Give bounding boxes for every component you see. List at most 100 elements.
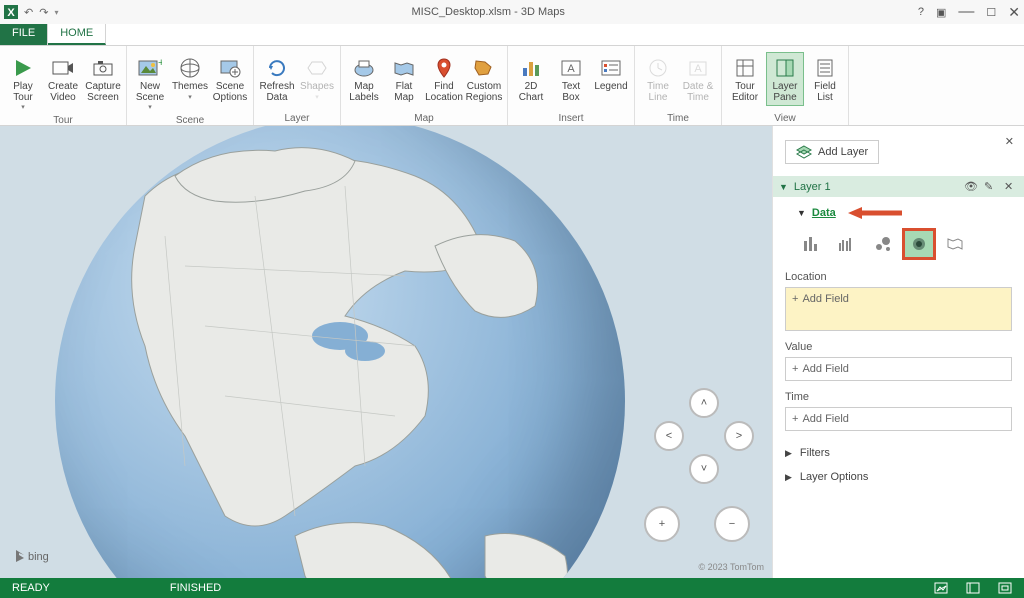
clustered-column-icon: [838, 235, 856, 253]
viz-region-button[interactable]: [941, 231, 969, 257]
data-section-header[interactable]: ▼ Data: [785, 197, 1012, 225]
regions-icon: [470, 55, 498, 81]
legend-icon: [597, 55, 625, 81]
viz-stacked-column-button[interactable]: [797, 231, 825, 257]
chevron-left-icon: ˂: [666, 430, 672, 442]
pan-up-button[interactable]: ˄: [689, 388, 719, 418]
tab-bar: FILE HOME: [0, 24, 1024, 46]
undo-icon[interactable]: ↶: [24, 6, 33, 19]
flat-map-button[interactable]: Flat Map: [385, 52, 423, 106]
find-location-button[interactable]: Find Location: [425, 52, 463, 106]
new-scene-button[interactable]: +New Scene▾: [131, 52, 169, 114]
svg-text:+: +: [158, 58, 162, 69]
layer-options-section[interactable]: ▶Layer Options: [785, 465, 1012, 489]
tour-editor-button[interactable]: Tour Editor: [726, 52, 764, 106]
svg-text:A: A: [694, 63, 702, 75]
datetime-icon: A: [684, 55, 712, 81]
labels-icon: [350, 55, 378, 81]
video-icon: [49, 55, 77, 81]
collapse-icon: ▼: [797, 208, 806, 218]
layer-pane-icon: [771, 55, 799, 81]
svg-text:X: X: [7, 7, 15, 19]
pan-down-button[interactable]: ˅: [689, 454, 719, 484]
pan-right-button[interactable]: ˃: [724, 421, 754, 451]
plus-icon: +: [659, 518, 665, 530]
value-add-field[interactable]: +Add Field: [785, 357, 1012, 381]
status-icon-3[interactable]: [998, 582, 1012, 594]
visibility-icon[interactable]: 👁: [964, 180, 978, 193]
copyright-text: © 2023 TomTom: [699, 562, 765, 572]
chevron-up-icon: ˄: [701, 397, 707, 409]
globe-icon: [176, 55, 204, 81]
value-section: Value +Add Field: [785, 341, 1012, 381]
plus-icon: +: [792, 363, 798, 375]
maximize-icon[interactable]: ☐: [986, 6, 996, 19]
heatmap-icon: [911, 236, 927, 252]
plus-icon: +: [792, 413, 798, 425]
rename-icon[interactable]: ✎: [984, 180, 998, 193]
layer-name: Layer 1: [794, 181, 831, 193]
flat-map-icon: [390, 55, 418, 81]
refresh-data-button[interactable]: Refresh Data: [258, 52, 296, 106]
legend-button[interactable]: Legend: [592, 52, 630, 96]
datetime-button: ADate & Time: [679, 52, 717, 106]
zoom-in-button[interactable]: +: [644, 506, 680, 542]
plus-icon: +: [792, 293, 798, 305]
text-box-button[interactable]: AText Box: [552, 52, 590, 106]
status-ready: READY: [12, 582, 50, 594]
custom-regions-button[interactable]: Custom Regions: [465, 52, 503, 106]
location-add-field[interactable]: +Add Field: [785, 287, 1012, 331]
layers-icon: [796, 145, 812, 159]
close-pane-button[interactable]: ✕: [1005, 132, 1014, 148]
globe: [55, 126, 625, 578]
tab-file[interactable]: FILE: [0, 24, 48, 45]
layer-header[interactable]: ▼ Layer 1 👁 ✎ ✕: [773, 176, 1024, 197]
viz-clustered-column-button[interactable]: [833, 231, 861, 257]
options-icon: [216, 55, 244, 81]
minus-icon: −: [729, 518, 735, 530]
map-labels-button[interactable]: Map Labels: [345, 52, 383, 106]
time-section: Time +Add Field: [785, 391, 1012, 431]
close-icon[interactable]: ✕: [1008, 4, 1020, 21]
timeline-icon: [644, 55, 672, 81]
capture-screen-button[interactable]: Capture Screen: [84, 52, 122, 106]
pan-left-button[interactable]: ˂: [654, 421, 684, 451]
collapse-icon[interactable]: ▼: [779, 182, 788, 192]
play-tour-button[interactable]: Play Tour▾: [4, 52, 42, 114]
viz-bubble-button[interactable]: [869, 231, 897, 257]
tab-home[interactable]: HOME: [48, 24, 106, 45]
viz-heatmap-button[interactable]: [905, 231, 933, 257]
time-add-field[interactable]: +Add Field: [785, 407, 1012, 431]
filters-section[interactable]: ▶Filters: [785, 441, 1012, 465]
location-section: Location +Add Field: [785, 271, 1012, 331]
play-icon: [9, 55, 37, 81]
layer-pane: ✕ Add Layer ▼ Layer 1 👁 ✎ ✕ ▼ Data Locat…: [772, 126, 1024, 578]
shapes-icon: [303, 55, 331, 81]
2d-chart-button[interactable]: 2D Chart: [512, 52, 550, 106]
timeline-button: Time Line: [639, 52, 677, 106]
chevron-right-icon: ˃: [736, 430, 742, 442]
layer-pane-button[interactable]: Layer Pane: [766, 52, 804, 106]
minimize-icon[interactable]: —: [958, 3, 974, 21]
expand-icon: ▶: [785, 448, 792, 459]
zoom-controls: + −: [644, 506, 750, 542]
add-layer-button[interactable]: Add Layer: [785, 140, 879, 164]
textbox-icon: A: [557, 55, 585, 81]
field-list-button[interactable]: Field List: [806, 52, 844, 106]
delete-layer-icon[interactable]: ✕: [1004, 180, 1018, 193]
zoom-out-button[interactable]: −: [714, 506, 750, 542]
editor-icon: [731, 55, 759, 81]
scene-options-button[interactable]: Scene Options: [211, 52, 249, 106]
redo-icon[interactable]: ↷: [39, 6, 48, 19]
status-icon-2[interactable]: [966, 582, 980, 594]
help-icon[interactable]: ?: [918, 6, 924, 18]
status-finished: FINISHED: [170, 582, 221, 594]
camera-icon: [89, 55, 117, 81]
field-list-icon: [811, 55, 839, 81]
restore-icon[interactable]: ▣: [936, 6, 946, 19]
status-icon-1[interactable]: [934, 582, 948, 594]
excel-icon: X: [4, 5, 18, 19]
map-viewport[interactable]: bing © 2023 TomTom ˄ ˂ ˃ ˅ + −: [0, 126, 772, 578]
themes-button[interactable]: Themes▾: [171, 52, 209, 104]
create-video-button[interactable]: Create Video: [44, 52, 82, 106]
